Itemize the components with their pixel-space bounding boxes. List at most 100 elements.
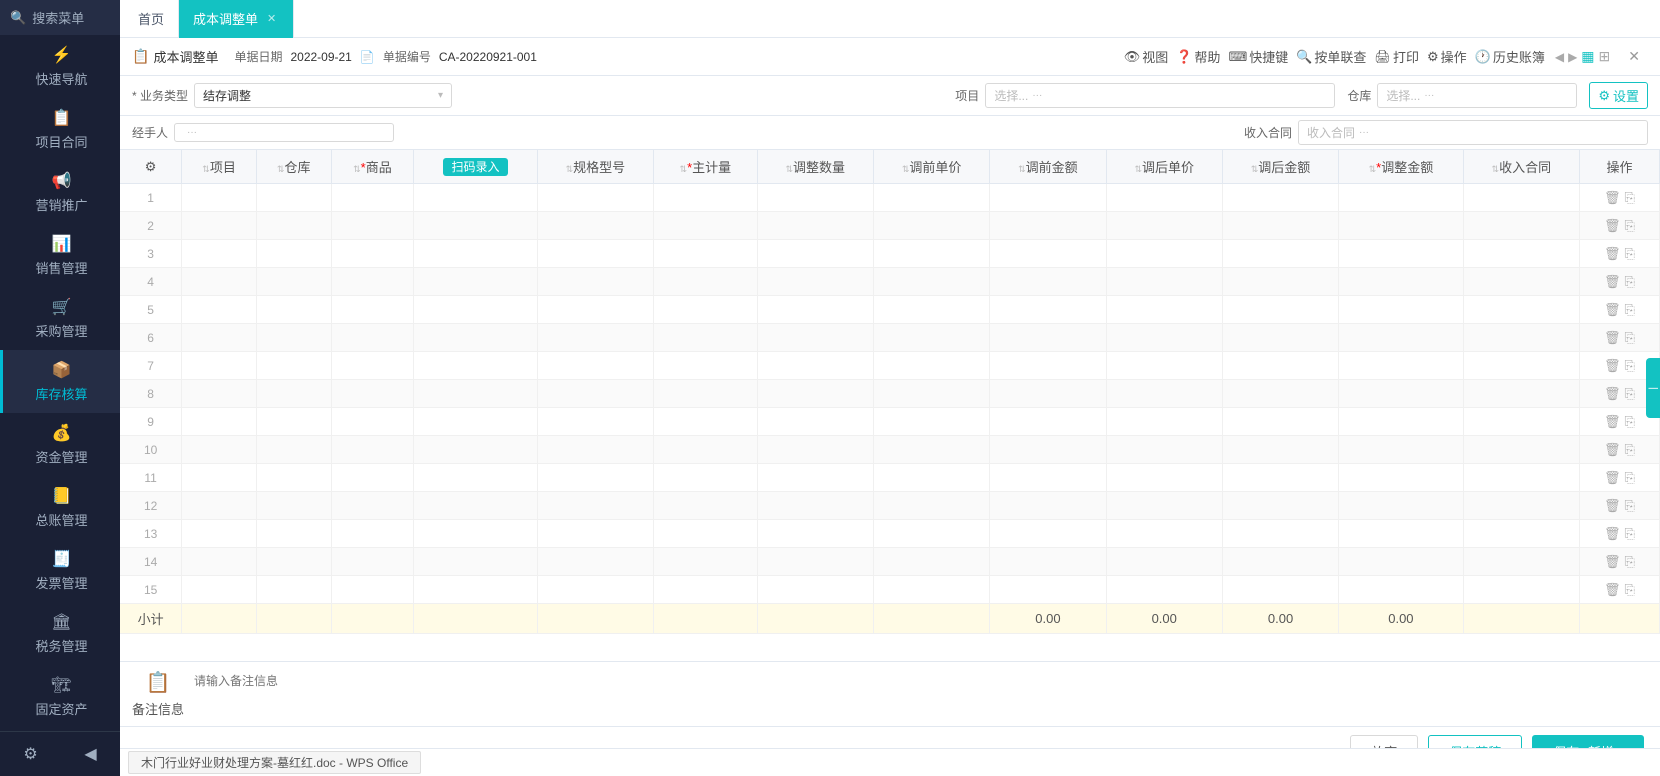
cell-product[interactable] bbox=[331, 352, 414, 380]
cell-after_amount[interactable] bbox=[1222, 324, 1338, 352]
delete-icon-12[interactable]: 🗑 bbox=[1604, 498, 1621, 514]
taskbar-item[interactable]: 木门行业好业财处理方案-墓红红.doc - WPS Office bbox=[128, 751, 421, 774]
delete-icon-6[interactable]: 🗑 bbox=[1604, 330, 1621, 346]
toolbar-btn-operation[interactable]: ⚙操作 bbox=[1427, 47, 1467, 66]
sidebar-item-sales[interactable]: 📊 销售管理 bbox=[0, 224, 120, 287]
cell-income_contract[interactable] bbox=[1463, 548, 1579, 576]
cell-project[interactable] bbox=[182, 380, 257, 408]
cell-adjust_qty[interactable] bbox=[757, 352, 873, 380]
delete-icon-4[interactable]: 🗑 bbox=[1604, 274, 1621, 290]
nav-next-icon[interactable]: ▶ bbox=[1568, 50, 1577, 64]
cell-adjust_qty[interactable] bbox=[757, 576, 873, 604]
cell-adjust_amount[interactable] bbox=[1339, 184, 1463, 212]
delete-icon-2[interactable]: 🗑 bbox=[1604, 218, 1621, 234]
cell-after_unit_price[interactable] bbox=[1106, 352, 1222, 380]
cell-spec_type[interactable] bbox=[537, 436, 653, 464]
cell-warehouse[interactable] bbox=[256, 184, 331, 212]
cell-income_contract[interactable] bbox=[1463, 268, 1579, 296]
cell-settings[interactable]: 3 bbox=[120, 240, 182, 268]
cell-after_amount[interactable] bbox=[1222, 296, 1338, 324]
sidebar-item-ledger[interactable]: 📒 总账管理 bbox=[0, 476, 120, 539]
cell-project[interactable] bbox=[182, 212, 257, 240]
cell-scan[interactable] bbox=[414, 352, 537, 380]
cell-settings[interactable]: 1 bbox=[120, 184, 182, 212]
tab-home[interactable]: 首页 bbox=[124, 0, 179, 38]
cell-after_unit_price[interactable] bbox=[1106, 408, 1222, 436]
cell-before_amount[interactable] bbox=[990, 380, 1106, 408]
cell-settings[interactable]: 13 bbox=[120, 520, 182, 548]
cell-before_amount[interactable] bbox=[990, 184, 1106, 212]
cell-project[interactable] bbox=[182, 184, 257, 212]
cell-after_amount[interactable] bbox=[1222, 576, 1338, 604]
cell-warehouse[interactable] bbox=[256, 380, 331, 408]
delete-icon-9[interactable]: 🗑 bbox=[1604, 414, 1621, 430]
cell-settings[interactable]: 2 bbox=[120, 212, 182, 240]
cell-after_unit_price[interactable] bbox=[1106, 436, 1222, 464]
cell-project[interactable] bbox=[182, 268, 257, 296]
cell-warehouse[interactable] bbox=[256, 576, 331, 604]
cell-income_contract[interactable] bbox=[1463, 464, 1579, 492]
cell-product[interactable] bbox=[331, 296, 414, 324]
cell-income_contract[interactable] bbox=[1463, 380, 1579, 408]
cell-spec_type[interactable] bbox=[537, 212, 653, 240]
cell-after_amount[interactable] bbox=[1222, 492, 1338, 520]
cell-product[interactable] bbox=[331, 548, 414, 576]
cell-adjust_amount[interactable] bbox=[1339, 436, 1463, 464]
cell-unit[interactable] bbox=[654, 380, 758, 408]
cell-before_unit_price[interactable] bbox=[873, 324, 989, 352]
cell-warehouse[interactable] bbox=[256, 436, 331, 464]
cell-adjust_amount[interactable] bbox=[1339, 324, 1463, 352]
cell-before_unit_price[interactable] bbox=[873, 380, 989, 408]
cell-adjust_qty[interactable] bbox=[757, 268, 873, 296]
cell-adjust_amount[interactable] bbox=[1339, 492, 1463, 520]
cell-spec_type[interactable] bbox=[537, 240, 653, 268]
cell-unit[interactable] bbox=[654, 520, 758, 548]
cell-before_unit_price[interactable] bbox=[873, 296, 989, 324]
cell-after_amount[interactable] bbox=[1222, 548, 1338, 576]
cell-product[interactable] bbox=[331, 380, 414, 408]
cell-before_amount[interactable] bbox=[990, 268, 1106, 296]
cell-product[interactable] bbox=[331, 464, 414, 492]
copy-icon-2[interactable]: ⎘ bbox=[1625, 218, 1635, 234]
cell-income_contract[interactable] bbox=[1463, 240, 1579, 268]
cell-scan[interactable] bbox=[414, 240, 537, 268]
cell-warehouse[interactable] bbox=[256, 324, 331, 352]
toolbar-btn-view[interactable]: 👁视图 bbox=[1124, 47, 1169, 66]
cell-after_unit_price[interactable] bbox=[1106, 184, 1222, 212]
grid-view-icon[interactable]: ▦ bbox=[1581, 48, 1594, 65]
collapse-icon[interactable]: ◀ bbox=[80, 740, 100, 768]
cell-settings[interactable]: 6 bbox=[120, 324, 182, 352]
cell-settings[interactable]: 5 bbox=[120, 296, 182, 324]
cell-spec_type[interactable] bbox=[537, 184, 653, 212]
copy-icon-8[interactable]: ⎘ bbox=[1625, 386, 1635, 402]
nav-prev-icon[interactable]: ◀ bbox=[1555, 50, 1564, 64]
cell-unit[interactable] bbox=[654, 296, 758, 324]
cell-product[interactable] bbox=[331, 184, 414, 212]
cell-unit[interactable] bbox=[654, 492, 758, 520]
cell-adjust_amount[interactable] bbox=[1339, 520, 1463, 548]
copy-icon-11[interactable]: ⎘ bbox=[1625, 470, 1635, 486]
cell-adjust_qty[interactable] bbox=[757, 324, 873, 352]
warehouse-input[interactable]: 选择... ··· bbox=[1377, 83, 1577, 108]
cell-scan[interactable] bbox=[414, 296, 537, 324]
cell-before_amount[interactable] bbox=[990, 548, 1106, 576]
cell-spec_type[interactable] bbox=[537, 492, 653, 520]
delete-icon-8[interactable]: 🗑 bbox=[1604, 386, 1621, 402]
cell-before_unit_price[interactable] bbox=[873, 408, 989, 436]
cell-before_amount[interactable] bbox=[990, 492, 1106, 520]
cell-project[interactable] bbox=[182, 548, 257, 576]
cell-spec_type[interactable] bbox=[537, 268, 653, 296]
copy-icon-4[interactable]: ⎘ bbox=[1625, 274, 1635, 290]
col-settings-icon[interactable]: ⚙ bbox=[145, 159, 157, 174]
tab-close-cost-adjust[interactable]: ✕ bbox=[264, 11, 279, 26]
cell-spec_type[interactable] bbox=[537, 380, 653, 408]
cell-after_amount[interactable] bbox=[1222, 212, 1338, 240]
sidebar-item-tax[interactable]: 🏛 税务管理 bbox=[0, 602, 120, 665]
cell-adjust_amount[interactable] bbox=[1339, 212, 1463, 240]
cell-unit[interactable] bbox=[654, 352, 758, 380]
sidebar-item-inventory[interactable]: 📦 库存核算 bbox=[0, 350, 120, 413]
cell-after_unit_price[interactable] bbox=[1106, 380, 1222, 408]
cell-product[interactable] bbox=[331, 436, 414, 464]
cell-scan[interactable] bbox=[414, 408, 537, 436]
cell-product[interactable] bbox=[331, 324, 414, 352]
